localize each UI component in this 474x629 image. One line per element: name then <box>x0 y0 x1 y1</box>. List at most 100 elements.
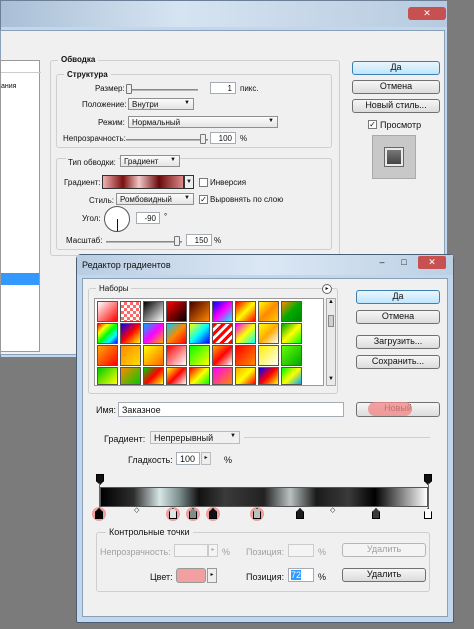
new-style-button[interactable]: Новый стиль... <box>352 99 440 113</box>
preset-swatch[interactable] <box>281 345 302 366</box>
styles-list-panel[interactable]: ания <box>0 60 41 352</box>
opacity-slider[interactable] <box>126 139 208 141</box>
cancel-button[interactable]: Отмена <box>352 80 440 94</box>
presets-menu-icon[interactable]: ▸ <box>322 284 332 294</box>
delete-color-stop-button[interactable]: Удалить <box>342 568 426 582</box>
ge-close-icon[interactable]: ✕ <box>418 256 446 269</box>
scroll-up-icon[interactable]: ▲ <box>327 299 335 307</box>
preset-swatch[interactable] <box>258 323 279 344</box>
gradient-dropdown-button[interactable]: ▼ <box>184 175 194 189</box>
titlebar-texture <box>1 1 447 27</box>
mode-select[interactable]: Нормальный <box>128 116 278 128</box>
stop-opacity-label: Непрозрачность: <box>100 547 171 557</box>
preset-swatch[interactable] <box>189 345 210 366</box>
fill-type-select[interactable]: Градиент <box>120 155 180 167</box>
preset-swatch[interactable] <box>212 367 233 385</box>
color-location-input[interactable]: 72 <box>288 568 314 582</box>
ge-ok-button[interactable]: Да <box>356 290 440 304</box>
gradient-type-select[interactable]: Непрерывный <box>150 431 240 444</box>
preset-swatch[interactable] <box>258 301 279 322</box>
preset-swatch[interactable] <box>235 367 256 385</box>
preset-swatch[interactable] <box>235 323 256 344</box>
style-preview-swatch <box>372 135 416 179</box>
new-button-highlight <box>368 402 412 416</box>
scale-slider[interactable] <box>106 241 182 243</box>
ge-cancel-button[interactable]: Отмена <box>356 310 440 324</box>
angle-dial[interactable] <box>104 206 130 232</box>
stop-location-input[interactable] <box>288 544 314 557</box>
preset-swatch[interactable] <box>189 323 210 344</box>
align-checkbox[interactable]: ✓ <box>199 195 208 204</box>
preset-swatch[interactable] <box>120 367 141 385</box>
size-slider[interactable] <box>126 89 198 91</box>
preset-swatch[interactable] <box>143 367 164 385</box>
preset-swatch[interactable] <box>166 367 187 385</box>
preset-swatch[interactable] <box>97 301 118 322</box>
preset-swatch[interactable] <box>212 323 233 344</box>
preset-swatch[interactable] <box>143 345 164 366</box>
midpoint-diamond[interactable]: ◇ <box>330 506 335 514</box>
preset-swatch[interactable] <box>281 323 302 344</box>
scroll-down-icon[interactable]: ▼ <box>327 376 335 384</box>
structure-title: Структура <box>64 70 111 79</box>
stop-opacity-arrow-icon[interactable]: ▸ <box>208 544 218 557</box>
load-button[interactable]: Загрузить... <box>356 335 440 349</box>
smoothness-arrow-icon[interactable]: ▸ <box>201 452 211 465</box>
preset-swatch[interactable] <box>212 301 233 322</box>
preset-swatch[interactable] <box>97 367 118 385</box>
gradient-bar[interactable] <box>100 487 428 507</box>
preset-swatch[interactable] <box>97 323 118 344</box>
preset-swatch[interactable] <box>97 345 118 366</box>
style-label: Стиль: <box>89 196 114 205</box>
preset-swatch[interactable] <box>281 301 302 322</box>
save-button[interactable]: Сохранить... <box>356 355 440 369</box>
name-input[interactable]: Заказное <box>118 402 344 417</box>
opacity-slider-thumb[interactable] <box>200 134 206 144</box>
preset-swatch[interactable] <box>166 323 187 344</box>
list-item-selected[interactable] <box>1 273 39 285</box>
scroll-thumb[interactable] <box>328 315 334 327</box>
style-select[interactable]: Ромбовидный <box>116 193 194 205</box>
preset-swatch[interactable] <box>189 367 210 385</box>
preset-swatch[interactable] <box>120 345 141 366</box>
smoothness-input[interactable]: 100 <box>176 452 200 465</box>
midpoint-diamond[interactable]: ◇ <box>134 506 139 514</box>
preset-swatch[interactable] <box>212 345 233 366</box>
size-label: Размер: <box>95 84 125 93</box>
stop-color-swatch[interactable] <box>176 568 206 583</box>
preset-swatch[interactable] <box>281 367 302 385</box>
ok-button[interactable]: Да <box>352 61 440 75</box>
preset-swatch[interactable] <box>166 301 187 322</box>
gradient-preview[interactable] <box>102 175 184 189</box>
preset-swatch[interactable] <box>143 301 164 322</box>
stop-opacity-input[interactable] <box>174 544 208 557</box>
angle-unit: ° <box>164 212 168 221</box>
minimize-icon[interactable]: – <box>374 256 390 269</box>
preset-swatch[interactable] <box>143 323 164 344</box>
preset-swatch[interactable] <box>235 345 256 366</box>
preset-swatch[interactable] <box>235 301 256 322</box>
maximize-icon[interactable]: □ <box>396 256 412 269</box>
preview-checkbox[interactable]: ✓ <box>368 120 377 129</box>
close-icon[interactable]: ✕ <box>408 7 446 20</box>
preset-swatch[interactable] <box>258 367 279 385</box>
preset-swatch[interactable] <box>166 345 187 366</box>
presets-swatch-area[interactable] <box>94 298 324 386</box>
preset-swatch[interactable] <box>120 323 141 344</box>
presets-scrollbar[interactable]: ▲ ▼ <box>326 298 336 386</box>
size-slider-thumb[interactable] <box>126 84 132 94</box>
angle-input[interactable]: -90 <box>136 212 160 224</box>
size-input[interactable]: 1 <box>210 82 236 94</box>
scale-input[interactable]: 150 <box>186 234 212 246</box>
stop-color-arrow-icon[interactable]: ▸ <box>207 568 217 583</box>
invert-checkbox[interactable] <box>199 178 208 187</box>
color-location-unit: % <box>318 572 327 582</box>
position-select[interactable]: Внутри <box>128 98 194 110</box>
preset-swatch[interactable] <box>258 345 279 366</box>
delete-opacity-stop-button[interactable]: Удалить <box>342 543 426 557</box>
preset-swatch[interactable] <box>189 301 210 322</box>
scale-slider-thumb[interactable] <box>174 236 180 246</box>
presets-title: Наборы <box>96 284 132 293</box>
preset-swatch[interactable] <box>120 301 141 322</box>
opacity-input[interactable]: 100 <box>210 132 236 144</box>
